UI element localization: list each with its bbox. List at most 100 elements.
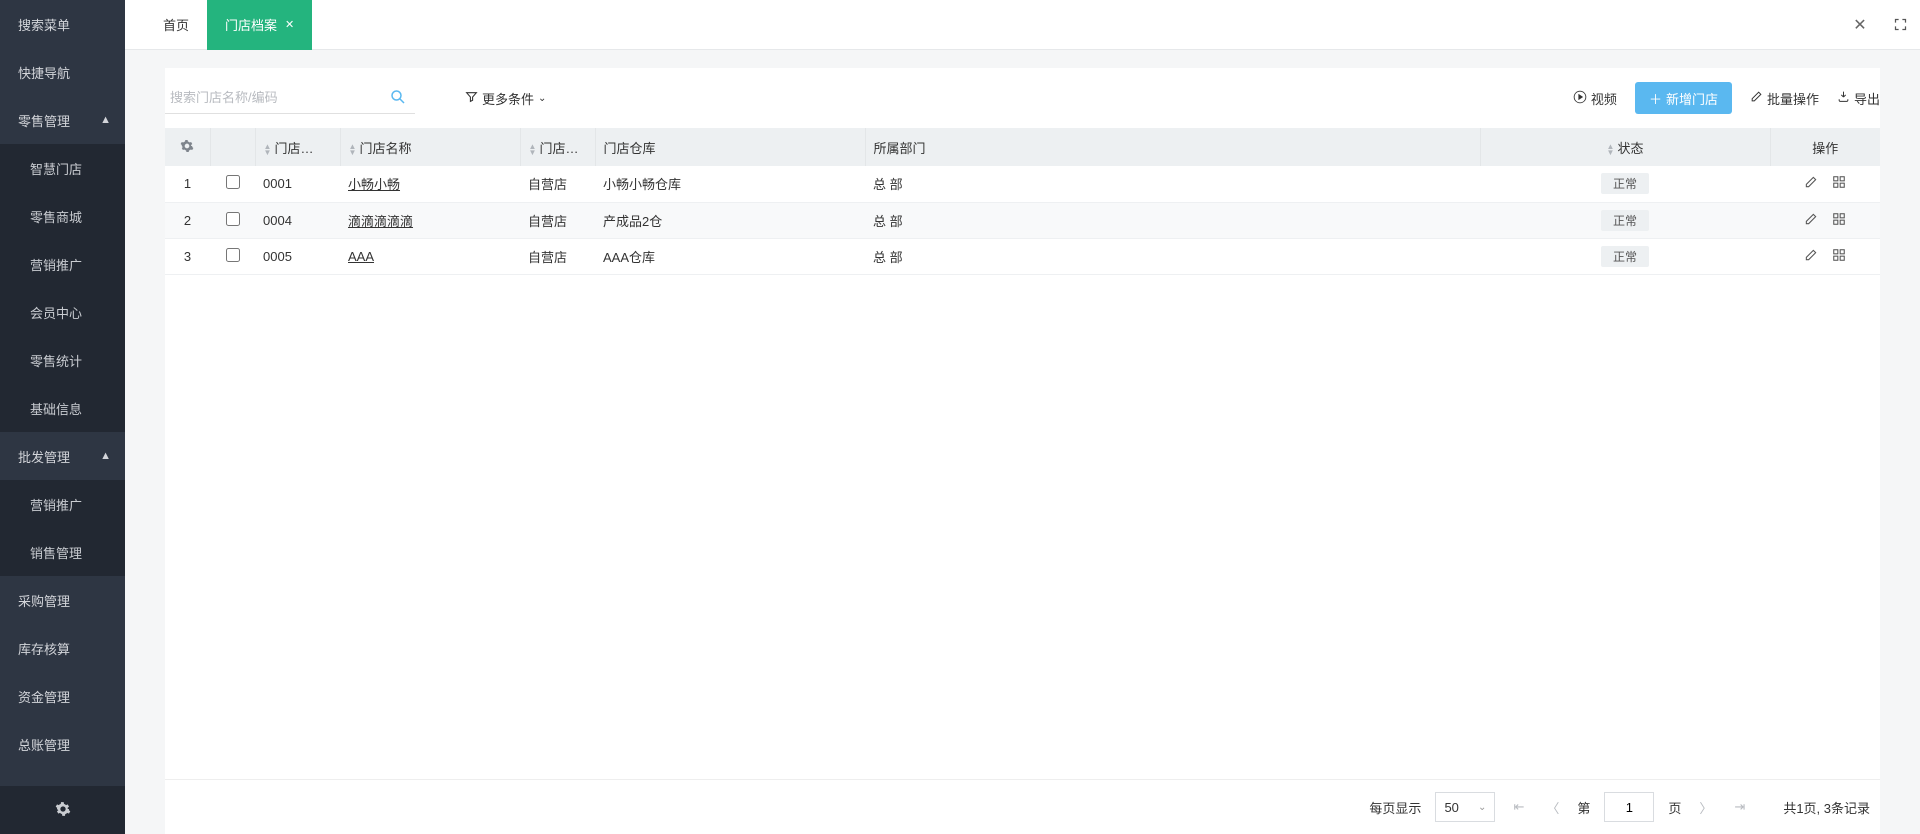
sidebar-item-member-center[interactable]: 会员中心 [0,288,125,336]
more-icon[interactable] [1832,248,1846,265]
sidebar-purchase-mgmt[interactable]: 采购管理 [0,576,125,624]
store-name-link[interactable]: 滴滴滴滴滴 [348,214,413,229]
cell-name: 滴滴滴滴滴 [340,202,520,238]
store-name-link[interactable]: AAA [348,249,374,264]
main-area: 更多条件 ⌄ 视频 ＋ 新增门店 批量操作 [125,50,1920,834]
video-link[interactable]: 视频 [1573,89,1617,108]
filter-icon [465,90,478,106]
toolbar: 更多条件 ⌄ 视频 ＋ 新增门店 批量操作 [165,68,1880,128]
sidebar-item-retail-stats[interactable]: 零售统计 [0,336,125,384]
cell-status: 正常 [1480,202,1770,238]
cell-warehouse: 产成品2仓 [595,202,865,238]
sort-icon: ▲▼ [529,143,537,155]
batch-operation-button[interactable]: 批量操作 [1750,89,1819,108]
chevron-down-icon: ⌄ [1478,802,1486,813]
edit-icon[interactable] [1804,212,1818,229]
pager-last-icon[interactable]: ⇥ [1730,799,1749,815]
sidebar-settings[interactable] [0,786,125,834]
sidebar-item-basic-info[interactable]: 基础信息 [0,384,125,432]
store-name-link[interactable]: 小畅小畅 [348,177,400,192]
table-row: 30005AAA自营店AAA仓库总 部正常 [165,238,1880,274]
more-icon[interactable] [1832,175,1846,192]
video-label: 视频 [1591,89,1617,108]
row-index: 2 [165,202,210,238]
add-store-label: 新增门店 [1666,89,1718,108]
chevron-down-icon: ⌄ [538,93,546,104]
tab-store-profile[interactable]: 门店档案 ✕ [207,0,312,50]
th-checkbox [210,128,255,166]
row-checkbox-cell [210,166,255,202]
cell-status: 正常 [1480,238,1770,274]
cell-warehouse: 小畅小畅仓库 [595,166,865,202]
sidebar-finance-mgmt[interactable]: 资金管理 [0,672,125,720]
page-prefix-label: 第 [1577,798,1590,817]
th-type[interactable]: ▲▼门店… [520,128,595,166]
export-label: 导出 [1854,89,1880,108]
more-icon[interactable] [1832,212,1846,229]
cell-dept: 总 部 [865,166,1480,202]
sidebar-quick-nav[interactable]: 快捷导航 [0,48,125,96]
export-button[interactable]: 导出 [1837,89,1880,108]
status-badge: 正常 [1601,210,1649,231]
row-checkbox[interactable] [226,175,240,189]
per-page-label: 每页显示 [1369,798,1421,817]
th-status[interactable]: ▲▼状态 [1480,128,1770,166]
edit-icon[interactable] [1804,248,1818,265]
cell-type: 自营店 [520,238,595,274]
sidebar-item-wholesale-marketing[interactable]: 营销推广 [0,480,125,528]
batch-op-label: 批量操作 [1767,89,1819,108]
cell-action [1770,238,1880,274]
sidebar-retail-label: 零售管理 [18,111,70,130]
search-icon[interactable] [389,88,407,109]
status-badge: 正常 [1601,246,1649,267]
table-row: 10001小畅小畅自营店小畅小畅仓库总 部正常 [165,166,1880,202]
close-icon[interactable]: ✕ [285,18,294,31]
plus-icon: ＋ [1649,89,1662,108]
pagination: 每页显示 50 ⌄ ⇤ 〈 第 页 〉 ⇥ 共1页, 3条记录 [165,779,1880,834]
caret-up-icon: ▲ [100,450,111,462]
per-page-select[interactable]: 50 ⌄ [1435,792,1495,822]
close-all-tabs-button[interactable]: ✕ [1840,5,1880,45]
sidebar-item-smart-store[interactable]: 智慧门店 [0,144,125,192]
more-conditions-label: 更多条件 [482,89,534,108]
row-checkbox[interactable] [226,248,240,262]
page-input[interactable] [1604,792,1654,822]
sidebar-search-menu[interactable]: 搜索菜单 [0,0,125,48]
cell-type: 自营店 [520,166,595,202]
pager-next-icon[interactable]: 〉 [1695,798,1716,817]
cell-action [1770,166,1880,202]
tab-label: 门店档案 [225,15,277,34]
row-checkbox[interactable] [226,212,240,226]
sidebar-item-retail-mall[interactable]: 零售商城 [0,192,125,240]
store-table: ▲▼门店… ▲▼门店名称 ▲▼门店… 门店仓库 所属部门 ▲▼状态 操作 100… [165,128,1880,275]
sidebar-retail-mgmt[interactable]: 零售管理 ▲ [0,96,125,144]
sidebar-inventory-mgmt[interactable]: 库存核算 [0,624,125,672]
th-settings[interactable] [165,128,210,166]
th-code[interactable]: ▲▼门店… [255,128,340,166]
edit-icon [1750,90,1763,106]
play-icon [1573,90,1587,107]
table-area: ▲▼门店… ▲▼门店名称 ▲▼门店… 门店仓库 所属部门 ▲▼状态 操作 100… [165,128,1880,779]
sidebar-item-sales-mgmt[interactable]: 销售管理 [0,528,125,576]
cell-code: 0004 [255,202,340,238]
search-input[interactable] [165,82,415,114]
sidebar-item-marketing[interactable]: 营销推广 [0,240,125,288]
gear-icon [180,141,194,156]
sidebar-ledger-mgmt[interactable]: 总账管理 [0,720,125,768]
tab-home[interactable]: 首页 [145,0,207,50]
cell-type: 自营店 [520,202,595,238]
more-conditions-button[interactable]: 更多条件 ⌄ [465,89,546,108]
pager-prev-icon[interactable]: 〈 [1542,798,1563,817]
sort-icon: ▲▼ [264,143,272,155]
sidebar-wholesale-mgmt[interactable]: 批发管理 ▲ [0,432,125,480]
sidebar-wholesale-label: 批发管理 [18,447,70,466]
edit-icon[interactable] [1804,175,1818,192]
row-index: 3 [165,238,210,274]
pager-first-icon[interactable]: ⇤ [1509,799,1528,815]
th-name[interactable]: ▲▼门店名称 [340,128,520,166]
add-store-button[interactable]: ＋ 新增门店 [1635,82,1732,114]
fullscreen-button[interactable] [1880,5,1920,45]
status-badge: 正常 [1601,173,1649,194]
gear-icon [55,801,71,820]
tabbar: 首页 门店档案 ✕ ✕ [125,0,1920,50]
